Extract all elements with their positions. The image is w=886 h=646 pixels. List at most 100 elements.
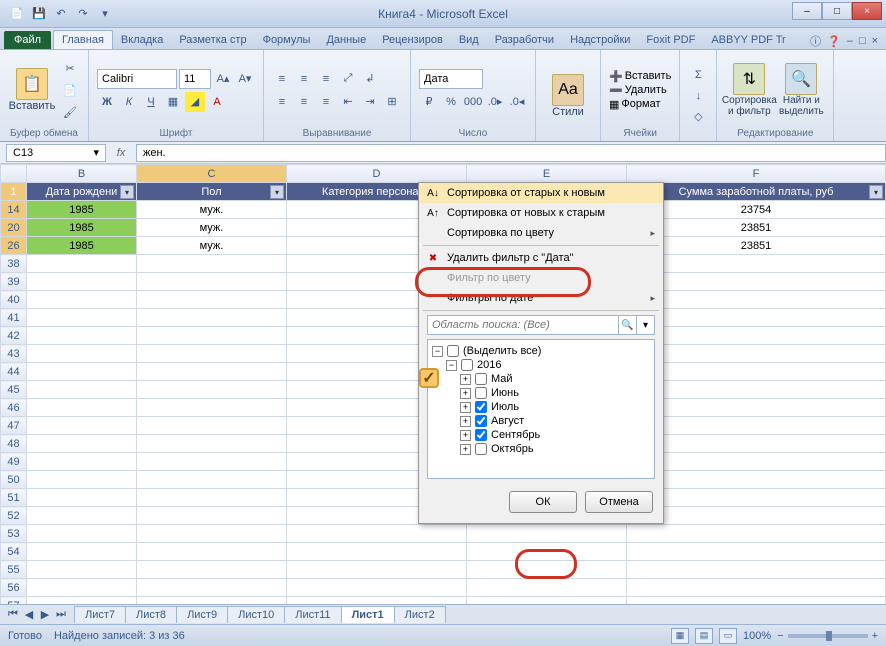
- dedent-icon[interactable]: ⇤: [338, 92, 358, 112]
- doc-min-icon[interactable]: –: [847, 35, 853, 47]
- row-header[interactable]: 50: [1, 471, 27, 489]
- cut-icon[interactable]: ✂: [60, 58, 80, 78]
- row-header[interactable]: 47: [1, 417, 27, 435]
- format-painter-icon[interactable]: 🖌: [60, 102, 80, 122]
- sort-descending-item[interactable]: A↑Сортировка от новых к старым: [419, 203, 663, 223]
- date-filters-item[interactable]: Фильтры по дате▸: [419, 288, 663, 308]
- autosum-icon[interactable]: Σ: [688, 65, 708, 85]
- qat-more-icon[interactable]: ▾: [96, 5, 114, 23]
- row-header[interactable]: 51: [1, 489, 27, 507]
- tab-formulas[interactable]: Формулы: [255, 31, 319, 49]
- filter-values-tree[interactable]: −(Выделить все) −2016 +Май+Июнь+Июль+Авг…: [427, 339, 655, 479]
- zoom-slider[interactable]: − +: [777, 630, 878, 642]
- month-checkbox[interactable]: [475, 415, 487, 427]
- row-header[interactable]: 46: [1, 399, 27, 417]
- align-mid-icon[interactable]: ≡: [294, 69, 314, 89]
- redo-icon[interactable]: ↷: [74, 5, 92, 23]
- currency-icon[interactable]: ₽: [419, 92, 439, 112]
- next-sheet-icon[interactable]: ▶: [38, 608, 52, 621]
- sheet-tab[interactable]: Лист8: [125, 606, 177, 623]
- row-header[interactable]: 40: [1, 291, 27, 309]
- cell[interactable]: 1985: [27, 201, 137, 219]
- ok-button[interactable]: ОК: [509, 491, 577, 513]
- indent-icon[interactable]: ⇥: [360, 92, 380, 112]
- row-header[interactable]: 45: [1, 381, 27, 399]
- prev-sheet-icon[interactable]: ◀: [22, 608, 36, 621]
- row-header[interactable]: 55: [1, 561, 27, 579]
- italic-button[interactable]: К: [119, 92, 139, 112]
- sheet-tab[interactable]: Лист2: [394, 606, 446, 623]
- row-header[interactable]: 56: [1, 579, 27, 597]
- sort-ascending-item[interactable]: A↓Сортировка от старых к новым: [419, 183, 663, 203]
- delete-cells-button[interactable]: ➖Удалить: [609, 84, 671, 97]
- sheet-tab[interactable]: Лист7: [74, 606, 126, 623]
- insert-cells-button[interactable]: ➕Вставить: [609, 70, 671, 83]
- undo-icon[interactable]: ↶: [52, 5, 70, 23]
- number-format-combo[interactable]: Дата: [419, 69, 483, 89]
- increase-font-icon[interactable]: A▴: [213, 69, 233, 89]
- year-checkbox[interactable]: [461, 359, 473, 371]
- font-name-combo[interactable]: Calibri: [97, 69, 177, 89]
- close-button[interactable]: ×: [852, 2, 882, 20]
- formula-input[interactable]: жен.: [136, 144, 886, 162]
- cancel-button[interactable]: Отмена: [585, 491, 653, 513]
- find-select-button[interactable]: 🔍 Найти и выделить: [777, 54, 825, 126]
- cell[interactable]: муж.: [137, 201, 287, 219]
- maximize-button[interactable]: □: [822, 2, 852, 20]
- expand-icon[interactable]: +: [460, 430, 471, 441]
- filter-search-input[interactable]: [427, 315, 619, 335]
- search-drop-icon[interactable]: ▾: [637, 315, 655, 335]
- expand-icon[interactable]: +: [460, 416, 471, 427]
- tab-layout[interactable]: Разметка стр: [171, 31, 254, 49]
- row-header[interactable]: 54: [1, 543, 27, 561]
- cell[interactable]: муж.: [137, 219, 287, 237]
- align-top-icon[interactable]: ≡: [272, 69, 292, 89]
- row-header[interactable]: 20: [1, 219, 27, 237]
- help-icon[interactable]: ❓: [827, 35, 841, 48]
- align-left-icon[interactable]: ≡: [272, 92, 292, 112]
- row-header[interactable]: 1: [1, 183, 27, 201]
- percent-icon[interactable]: %: [441, 92, 461, 112]
- tab-insert[interactable]: Вкладка: [113, 31, 171, 49]
- month-checkbox[interactable]: [475, 401, 487, 413]
- col-header[interactable]: B: [27, 165, 137, 183]
- row-header[interactable]: 41: [1, 309, 27, 327]
- underline-button[interactable]: Ч: [141, 92, 161, 112]
- tab-home[interactable]: Главная: [53, 30, 113, 49]
- first-sheet-icon[interactable]: ⏮: [6, 608, 20, 621]
- cell[interactable]: 1985: [27, 237, 137, 255]
- month-checkbox[interactable]: [475, 443, 487, 455]
- file-tab[interactable]: Файл: [4, 31, 51, 49]
- search-icon[interactable]: 🔍: [619, 315, 637, 335]
- tab-review[interactable]: Рецензиров: [374, 31, 451, 49]
- clear-filter-item[interactable]: ✖Удалить фильтр с "Дата": [419, 248, 663, 268]
- sheet-tab[interactable]: Лист9: [176, 606, 228, 623]
- sheet-tab[interactable]: Лист1: [341, 606, 395, 623]
- page-break-icon[interactable]: ▭: [719, 628, 737, 644]
- fill-color-icon[interactable]: ◢: [185, 92, 205, 112]
- filter-header[interactable]: Пол▾: [137, 183, 287, 201]
- row-header[interactable]: 38: [1, 255, 27, 273]
- bold-button[interactable]: Ж: [97, 92, 117, 112]
- decr-decimal-icon[interactable]: .0◂: [507, 92, 527, 112]
- tab-view[interactable]: Вид: [451, 31, 487, 49]
- row-header[interactable]: 49: [1, 453, 27, 471]
- sort-by-color-item[interactable]: Сортировка по цвету▸: [419, 223, 663, 243]
- border-icon[interactable]: ▦: [163, 92, 183, 112]
- cell[interactable]: 1985: [27, 219, 137, 237]
- collapse-icon[interactable]: −: [446, 360, 457, 371]
- row-header[interactable]: 48: [1, 435, 27, 453]
- comma-icon[interactable]: 000: [463, 92, 483, 112]
- row-header[interactable]: 14: [1, 201, 27, 219]
- wrap-icon[interactable]: ↲: [360, 69, 380, 89]
- collapse-icon[interactable]: −: [432, 346, 443, 357]
- decrease-font-icon[interactable]: A▾: [235, 69, 255, 89]
- zoom-out-icon[interactable]: −: [777, 630, 783, 642]
- expand-icon[interactable]: +: [460, 444, 471, 455]
- incr-decimal-icon[interactable]: .0▸: [485, 92, 505, 112]
- page-layout-icon[interactable]: ▤: [695, 628, 713, 644]
- expand-icon[interactable]: +: [460, 374, 471, 385]
- zoom-in-icon[interactable]: +: [872, 630, 878, 642]
- doc-close-icon[interactable]: ×: [872, 35, 878, 47]
- minimize-ribbon-icon[interactable]: ⓘ: [810, 33, 821, 49]
